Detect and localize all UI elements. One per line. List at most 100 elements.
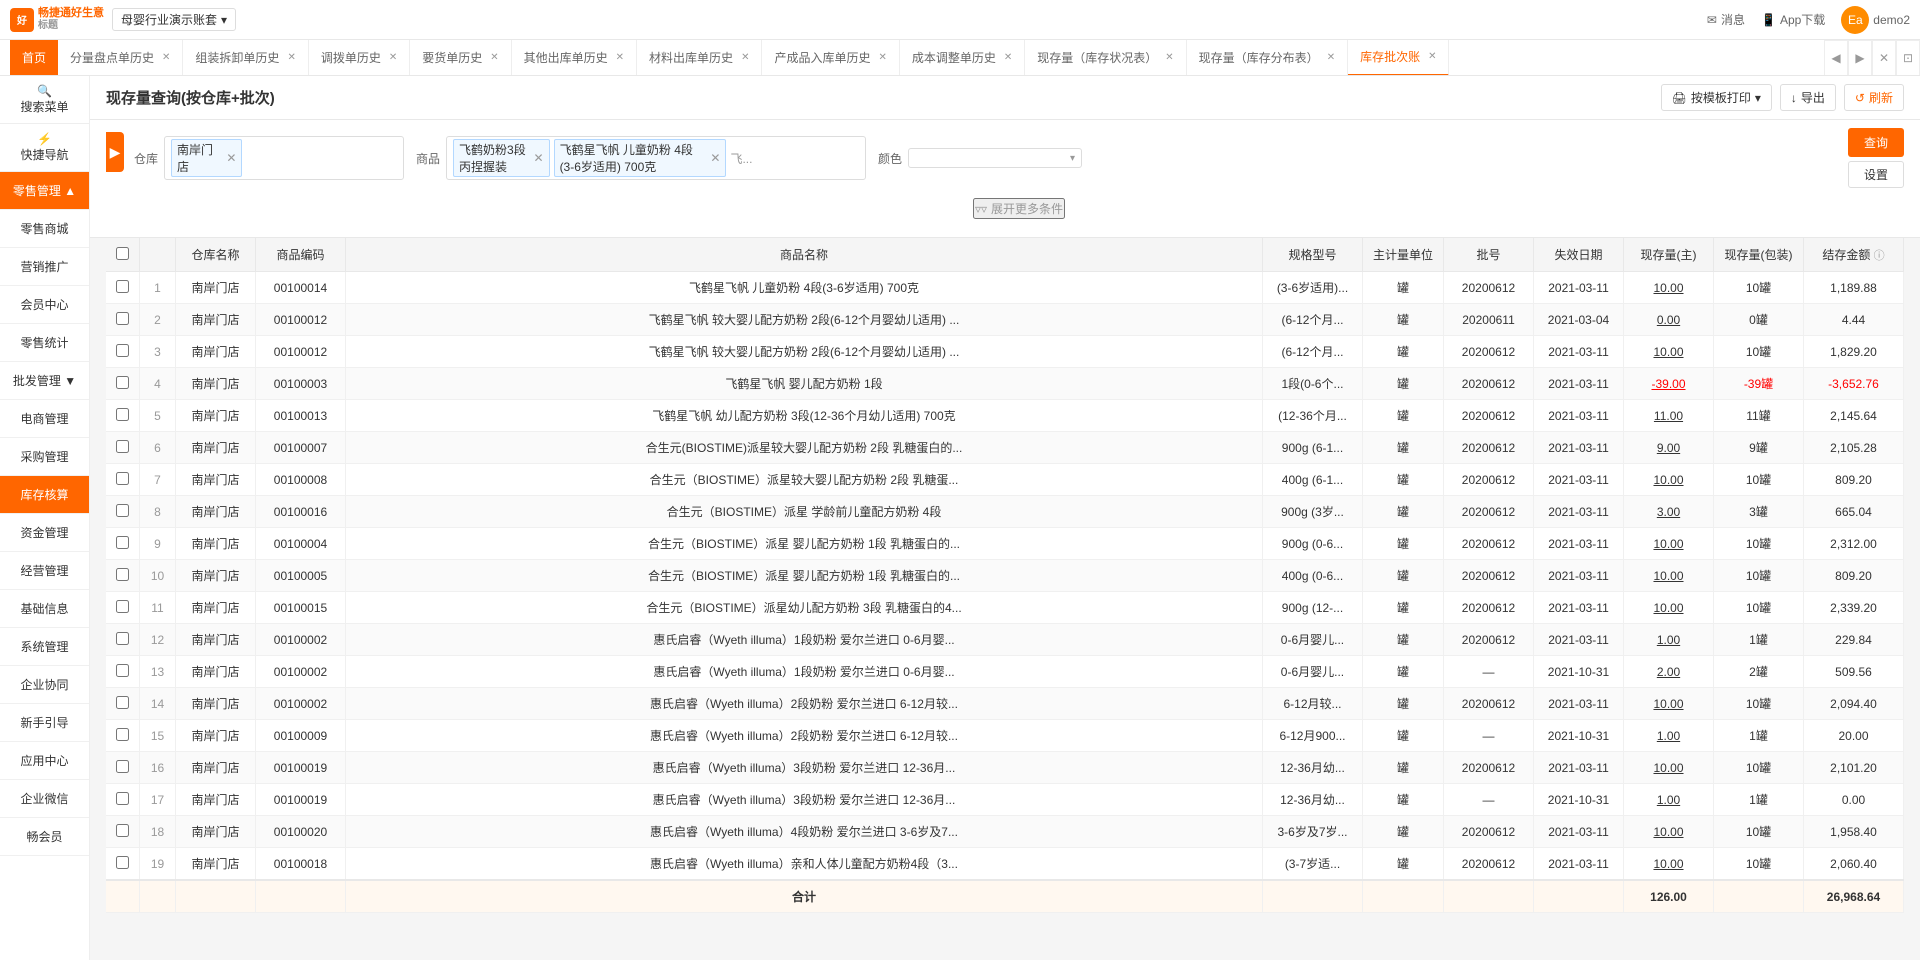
sidebar-item-vip[interactable]: 畅会员 xyxy=(0,818,89,856)
row-stock1[interactable]: 10.00 xyxy=(1624,848,1714,881)
row-stock1[interactable]: 10.00 xyxy=(1624,752,1714,784)
row-stock1[interactable]: -39.00 xyxy=(1624,368,1714,400)
row-checkbox[interactable] xyxy=(106,752,140,784)
sidebar-item-wechat[interactable]: 企业微信 xyxy=(0,780,89,818)
sidebar-item-member[interactable]: 会员中心 xyxy=(0,286,89,324)
filter-expand-btn[interactable]: ▶ xyxy=(106,132,124,172)
warehouse-tag-close[interactable]: ✕ xyxy=(226,151,236,165)
warehouse-tag[interactable]: 南岸门店 ✕ xyxy=(171,139,242,177)
sidebar-item-system[interactable]: 系统管理 xyxy=(0,628,89,666)
setting-btn[interactable]: 设置 xyxy=(1848,161,1904,188)
color-tag-group[interactable]: ▾ xyxy=(908,148,1082,168)
row-stock1[interactable]: 9.00 xyxy=(1624,432,1714,464)
product-tag-2[interactable]: 飞鹤星飞帆 儿童奶粉 4段(3-6岁适用) 700克 ✕ xyxy=(554,139,727,177)
company-selector[interactable]: 母婴行业演示账套 ▾ xyxy=(112,8,236,31)
row-checkbox[interactable] xyxy=(106,656,140,688)
row-stock1[interactable]: 0.00 xyxy=(1624,304,1714,336)
row-checkbox[interactable] xyxy=(106,464,140,496)
row-checkbox[interactable] xyxy=(106,816,140,848)
query-btn[interactable]: 查询 xyxy=(1848,128,1904,157)
warehouse-tag-group[interactable]: 南岸门店 ✕ xyxy=(164,136,404,180)
row-checkbox[interactable] xyxy=(106,528,140,560)
expand-more-btn[interactable]: ▿▿ 展开更多条件 xyxy=(973,198,1065,219)
row-stock1[interactable]: 10.00 xyxy=(1624,592,1714,624)
row-checkbox[interactable] xyxy=(106,272,140,304)
tab-close[interactable]: ✕ xyxy=(616,52,624,63)
nav-close-current[interactable]: ✕ xyxy=(1872,40,1896,76)
sidebar-item-purchase[interactable]: 采购管理 xyxy=(0,438,89,476)
sidebar-item-shop[interactable]: 零售商城 xyxy=(0,210,89,248)
row-stock1[interactable]: 10.00 xyxy=(1624,688,1714,720)
sidebar-quick-nav[interactable]: ⚡ 快捷导航 xyxy=(0,124,89,172)
tab-product-inbound[interactable]: 产成品入库单历史 ✕ xyxy=(762,40,899,76)
tab-stock-dist[interactable]: 现存量（库存分布表） ✕ xyxy=(1187,40,1348,76)
user-area[interactable]: Ea demo2 xyxy=(1841,6,1910,34)
row-checkbox[interactable] xyxy=(106,304,140,336)
refresh-btn[interactable]: ↺ 刷新 xyxy=(1844,84,1904,111)
sidebar-item-retail-stats[interactable]: 零售统计 xyxy=(0,324,89,362)
row-stock1[interactable]: 1.00 xyxy=(1624,624,1714,656)
tab-order[interactable]: 要货单历史 ✕ xyxy=(410,40,511,76)
template-print-btn[interactable]: 🖨 按模板打印 ▾ xyxy=(1661,84,1772,111)
tab-close[interactable]: ✕ xyxy=(389,52,397,63)
nav-prev[interactable]: ◀ xyxy=(1824,40,1848,76)
row-checkbox[interactable] xyxy=(106,336,140,368)
row-checkbox[interactable] xyxy=(106,496,140,528)
sidebar-item-ecommerce[interactable]: 电商管理 xyxy=(0,400,89,438)
sidebar-item-finance[interactable]: 资金管理 xyxy=(0,514,89,552)
row-stock1[interactable]: 11.00 xyxy=(1624,400,1714,432)
sidebar-item-app-center[interactable]: 应用中心 xyxy=(0,742,89,780)
sidebar-item-stock-check[interactable]: 库存核算 xyxy=(0,476,89,514)
tab-material-outbound[interactable]: 材料出库单历史 ✕ xyxy=(637,40,762,76)
nav-maximize[interactable]: ⊡ xyxy=(1896,40,1920,76)
product-tag-close-2[interactable]: ✕ xyxy=(710,151,720,165)
product-tag-group[interactable]: 飞鹤奶粉3段丙捏握装 ✕ 飞鹤星飞帆 儿童奶粉 4段(3-6岁适用) 700克 … xyxy=(446,136,866,180)
amount-info-icon[interactable]: ⓘ xyxy=(1874,250,1885,262)
sidebar-item-operations[interactable]: 经营管理 xyxy=(0,552,89,590)
tab-disassemble[interactable]: 组装拆卸单历史 ✕ xyxy=(183,40,308,76)
color-input[interactable] xyxy=(915,151,1070,165)
tab-home[interactable]: 首页 xyxy=(10,40,58,76)
row-stock1[interactable]: 10.00 xyxy=(1624,816,1714,848)
message-btn[interactable]: ✉ 消息 xyxy=(1707,11,1745,28)
row-checkbox[interactable] xyxy=(106,432,140,464)
tab-close[interactable]: ✕ xyxy=(490,52,498,63)
sidebar-item-retail[interactable]: 零售管理 ▲ xyxy=(0,172,89,210)
row-checkbox[interactable] xyxy=(106,560,140,592)
product-tag-1[interactable]: 飞鹤奶粉3段丙捏握装 ✕ xyxy=(453,139,550,177)
product-input[interactable] xyxy=(756,151,859,165)
tab-inventory-check[interactable]: 分量盘点单历史 ✕ xyxy=(58,40,183,76)
export-btn[interactable]: ↓ 导出 xyxy=(1780,84,1836,111)
sidebar-item-guide[interactable]: 新手引导 xyxy=(0,704,89,742)
tab-close[interactable]: ✕ xyxy=(1428,51,1436,62)
row-checkbox[interactable] xyxy=(106,848,140,881)
row-checkbox[interactable] xyxy=(106,720,140,752)
sidebar-item-wholesale[interactable]: 批发管理 ▼ xyxy=(0,362,89,400)
sidebar-item-marketing[interactable]: 营销推广 xyxy=(0,248,89,286)
tab-close[interactable]: ✕ xyxy=(1165,52,1173,63)
row-stock1[interactable]: 2.00 xyxy=(1624,656,1714,688)
tab-batch-account[interactable]: 库存批次账 ✕ xyxy=(1348,40,1449,76)
tab-close[interactable]: ✕ xyxy=(162,52,170,63)
row-checkbox[interactable] xyxy=(106,368,140,400)
sidebar-item-enterprise[interactable]: 企业协同 xyxy=(0,666,89,704)
product-tag-more[interactable]: 飞... xyxy=(730,150,752,167)
tab-other-outbound[interactable]: 其他出库单历史 ✕ xyxy=(512,40,637,76)
row-stock1[interactable]: 10.00 xyxy=(1624,272,1714,304)
tab-cost-adjust[interactable]: 成本调整单历史 ✕ xyxy=(900,40,1025,76)
row-stock1[interactable]: 10.00 xyxy=(1624,336,1714,368)
row-stock1[interactable]: 1.00 xyxy=(1624,784,1714,816)
select-all-checkbox[interactable] xyxy=(116,247,129,260)
row-checkbox[interactable] xyxy=(106,784,140,816)
color-dropdown-icon[interactable]: ▾ xyxy=(1070,153,1075,164)
nav-next[interactable]: ▶ xyxy=(1848,40,1872,76)
tab-close[interactable]: ✕ xyxy=(1004,52,1012,63)
sidebar-search[interactable]: 🔍 搜索菜单 xyxy=(0,76,89,124)
row-stock1[interactable]: 10.00 xyxy=(1624,528,1714,560)
product-tag-close-1[interactable]: ✕ xyxy=(534,151,544,165)
tab-close[interactable]: ✕ xyxy=(741,52,749,63)
sidebar-item-basic-info[interactable]: 基础信息 xyxy=(0,590,89,628)
tab-close[interactable]: ✕ xyxy=(878,52,886,63)
tab-transfer[interactable]: 调拨单历史 ✕ xyxy=(309,40,410,76)
row-stock1[interactable]: 3.00 xyxy=(1624,496,1714,528)
